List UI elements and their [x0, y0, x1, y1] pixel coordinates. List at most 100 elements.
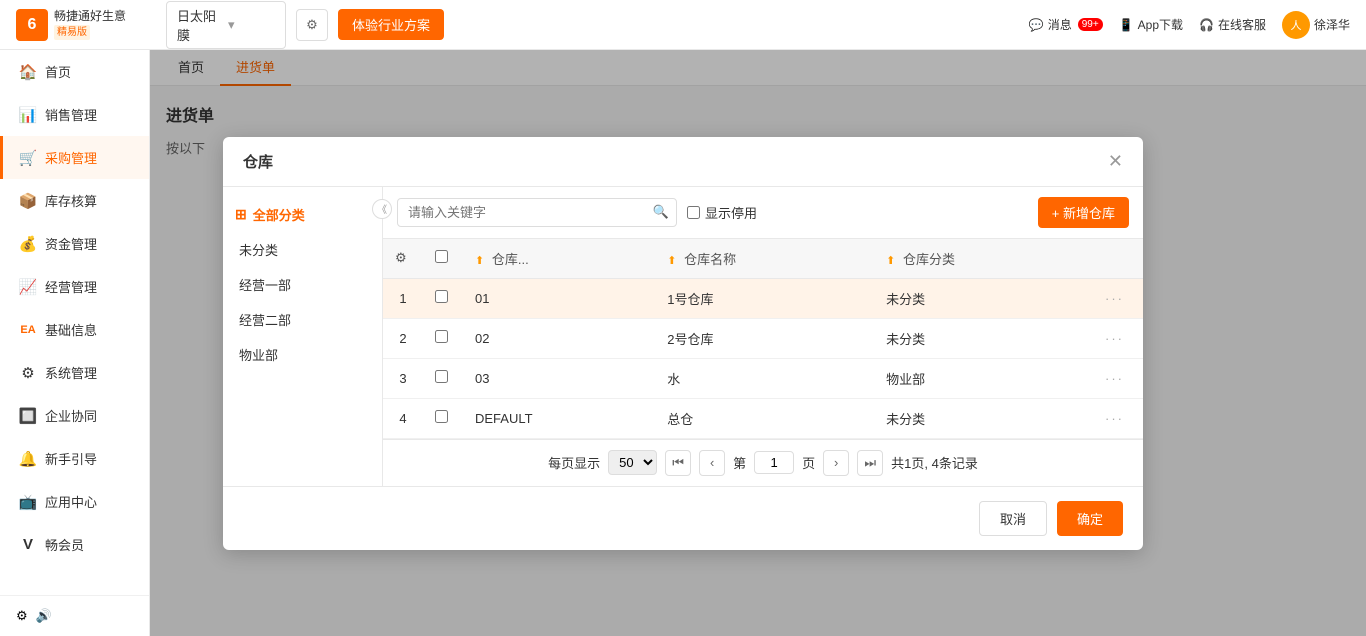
sidebar-item-inventory[interactable]: 📦 库存核算 — [0, 179, 149, 222]
sidebar: 🏠 首页 📊 销售管理 🛒 采购管理 📦 库存核算 💰 资金管理 📈 经营管理 … — [0, 50, 150, 636]
all-categories-label: 全部分类 — [253, 205, 305, 224]
col-name[interactable]: ⬆ 仓库名称 — [655, 239, 874, 279]
cell-category: 未分类 — [874, 278, 1093, 318]
main-layout: 🏠 首页 📊 销售管理 🛒 采购管理 📦 库存核算 💰 资金管理 📈 经营管理 … — [0, 50, 1366, 636]
row-checkbox[interactable] — [435, 410, 448, 423]
table-scroll[interactable]: ⚙ ⬆ 仓库... — [383, 239, 1143, 439]
store-selector[interactable]: 日太阳膜 ▾ — [166, 1, 286, 49]
modal-title: 仓库 — [243, 151, 273, 172]
table-row[interactable]: 1 01 1号仓库 未分类 ··· — [383, 278, 1143, 318]
row-actions-icon[interactable]: ··· — [1105, 371, 1124, 386]
add-warehouse-button[interactable]: + 新增仓库 — [1038, 197, 1129, 228]
collapse-sidebar-button[interactable]: 《 — [372, 199, 392, 219]
row-checkbox[interactable] — [435, 290, 448, 303]
row-checkbox[interactable] — [435, 370, 448, 383]
cell-dots[interactable]: ··· — [1093, 358, 1143, 398]
finance-icon: 💰 — [19, 235, 37, 253]
sidebar-item-finance[interactable]: 💰 资金管理 — [0, 222, 149, 265]
first-page-button[interactable]: ⏮ — [665, 450, 691, 476]
modal-close-button[interactable]: ✕ — [1108, 152, 1123, 170]
current-page-input[interactable] — [754, 451, 794, 474]
sidebar-item-app-center[interactable]: 📺 应用中心 — [0, 480, 149, 523]
row-actions-icon[interactable]: ··· — [1105, 331, 1124, 346]
operations-icon: 📈 — [19, 278, 37, 296]
sidebar-item-guide[interactable]: 🔔 新手引导 — [0, 437, 149, 480]
header-center: 日太阳膜 ▾ ⚙ 体验行业方案 — [166, 1, 1029, 49]
online-service-button[interactable]: 🎧 在线客服 — [1199, 16, 1266, 33]
sort-icon-cat: ⬆ — [886, 255, 895, 267]
sidebar-item-home[interactable]: 🏠 首页 — [0, 50, 149, 93]
row-actions-icon[interactable]: ··· — [1105, 291, 1124, 306]
category-item-ops2[interactable]: 经营二部 — [223, 302, 382, 337]
sidebar-item-basic-info[interactable]: EA 基础信息 — [0, 308, 149, 351]
app-download-button[interactable]: 📱 App下载 — [1119, 16, 1183, 33]
dropdown-arrow-icon: ▾ — [228, 17, 275, 33]
table-toolbar: 🔍 显示停用 + 新增仓库 — [383, 187, 1143, 239]
col-category[interactable]: ⬆ 仓库分类 — [874, 239, 1093, 279]
cell-category: 未分类 — [874, 318, 1093, 358]
show-disabled-wrapper: 显示停用 — [687, 203, 757, 222]
all-categories-button[interactable]: ⊞ 全部分类 — [223, 197, 382, 232]
cell-checkbox[interactable] — [423, 318, 463, 358]
last-page-button[interactable]: ⏭ — [857, 450, 883, 476]
message-label: 消息 — [1048, 16, 1072, 33]
sidebar-settings-icon[interactable]: ⚙ — [16, 608, 28, 624]
settings-button[interactable]: ⚙ — [296, 9, 328, 41]
category-item-property[interactable]: 物业部 — [223, 337, 382, 372]
service-icon: 🎧 — [1199, 18, 1214, 32]
col-code[interactable]: ⬆ 仓库... — [463, 239, 655, 279]
cell-checkbox[interactable] — [423, 358, 463, 398]
table-row[interactable]: 3 03 水 物业部 ··· — [383, 358, 1143, 398]
prev-page-button[interactable]: ‹ — [699, 450, 725, 476]
category-item-unclassified[interactable]: 未分类 — [223, 232, 382, 267]
search-input[interactable] — [397, 198, 677, 227]
enterprise-icon: 🔲 — [19, 407, 37, 425]
prev-page-icon: ‹ — [710, 455, 714, 470]
sidebar-sound-icon[interactable]: 🔊 — [36, 608, 52, 624]
table-row[interactable]: 2 02 2号仓库 未分类 ··· — [383, 318, 1143, 358]
sidebar-label-sales: 销售管理 — [45, 105, 97, 124]
cell-category: 物业部 — [874, 358, 1093, 398]
sidebar-item-member[interactable]: V 畅会员 — [0, 523, 149, 566]
cell-dots[interactable]: ··· — [1093, 318, 1143, 358]
cell-dots[interactable]: ··· — [1093, 398, 1143, 438]
modal-header: 仓库 ✕ — [223, 137, 1143, 187]
row-checkbox[interactable] — [435, 330, 448, 343]
per-page-select[interactable]: 50 — [608, 450, 657, 475]
sidebar-item-enterprise[interactable]: 🔲 企业协同 — [0, 394, 149, 437]
show-disabled-checkbox[interactable] — [687, 206, 700, 219]
category-item-ops1[interactable]: 经营一部 — [223, 267, 382, 302]
message-button[interactable]: 💬 消息 99+ — [1029, 16, 1103, 33]
sidebar-item-system[interactable]: ⚙ 系统管理 — [0, 351, 149, 394]
sidebar-label-enterprise: 企业协同 — [45, 406, 97, 425]
purchase-icon: 🛒 — [19, 149, 37, 167]
search-icon[interactable]: 🔍 — [653, 204, 669, 220]
message-badge: 99+ — [1078, 18, 1103, 31]
user-profile-button[interactable]: 人 徐泽华 — [1282, 11, 1350, 39]
app-logo-icon: 6 — [16, 9, 48, 41]
cell-dots[interactable]: ··· — [1093, 278, 1143, 318]
sidebar-item-sales[interactable]: 📊 销售管理 — [0, 93, 149, 136]
row-actions-icon[interactable]: ··· — [1105, 411, 1124, 426]
sidebar-bottom: ⚙ 🔊 — [0, 595, 149, 636]
sidebar-label-app-center: 应用中心 — [45, 492, 97, 511]
try-industry-button[interactable]: 体验行业方案 — [338, 9, 444, 40]
sidebar-item-purchase[interactable]: 🛒 采购管理 — [0, 136, 149, 179]
next-page-button[interactable]: › — [823, 450, 849, 476]
sidebar-label-inventory: 库存核算 — [45, 191, 97, 210]
warehouse-modal: 仓库 ✕ ⊞ 全部分类 《 未分类 经营一部 经营二部 — [223, 137, 1143, 550]
cell-index: 3 — [383, 358, 423, 398]
cancel-button[interactable]: 取消 — [979, 501, 1047, 536]
sidebar-label-guide: 新手引导 — [45, 449, 97, 468]
content-area: 首页 进货单 进货单 按以下 仓库 ✕ ⊞ — [150, 50, 1366, 636]
cell-name: 总仓 — [655, 398, 874, 438]
category-sidebar: ⊞ 全部分类 《 未分类 经营一部 经营二部 物业部 — [223, 187, 383, 486]
table-row[interactable]: 4 DEFAULT 总仓 未分类 ··· — [383, 398, 1143, 438]
cell-code: 01 — [463, 278, 655, 318]
sidebar-item-operations[interactable]: 📈 经营管理 — [0, 265, 149, 308]
first-page-icon: ⏮ — [672, 455, 684, 471]
cell-checkbox[interactable] — [423, 278, 463, 318]
select-all-checkbox[interactable] — [435, 250, 448, 263]
confirm-button[interactable]: 确定 — [1057, 501, 1123, 536]
cell-checkbox[interactable] — [423, 398, 463, 438]
